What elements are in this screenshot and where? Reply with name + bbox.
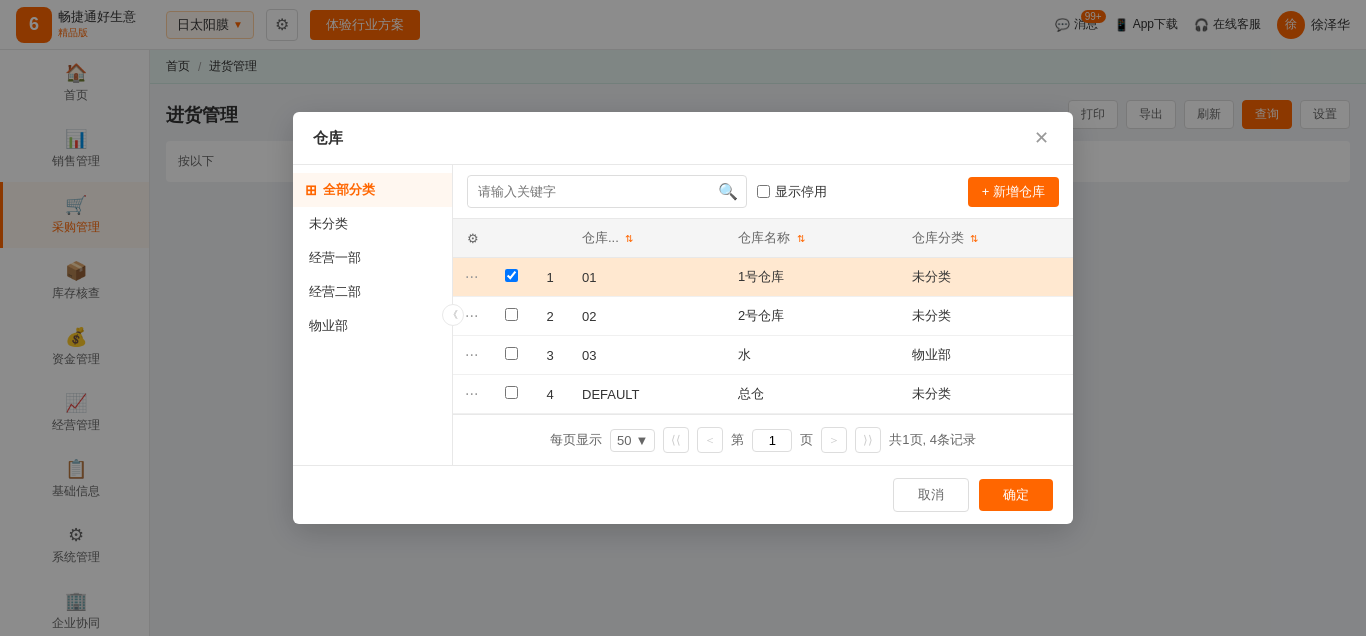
category-item-ops2[interactable]: 经营二部 — [293, 275, 452, 309]
category-item-ops1[interactable]: 经营一部 — [293, 241, 452, 275]
modal-title: 仓库 — [313, 129, 343, 148]
table-row[interactable]: ··· 1 01 1号仓库 未分类 — [453, 258, 1073, 297]
category-item-property[interactable]: 物业部 — [293, 309, 452, 343]
row-code: DEFAULT — [570, 375, 726, 414]
row-category: 未分类 — [900, 297, 1073, 336]
col-category-label: 仓库分类 — [912, 230, 964, 245]
category-all-label: 全部分类 — [323, 181, 375, 199]
content-toolbar: 🔍 显示停用 + 新增仓库 — [453, 165, 1073, 219]
col-code-label: 仓库... — [582, 230, 619, 245]
row-checkbox-cell[interactable] — [493, 258, 530, 297]
row-name: 总仓 — [726, 375, 899, 414]
content-panel: 🔍 显示停用 + 新增仓库 ⚙ — [453, 165, 1073, 465]
row-category: 物业部 — [900, 336, 1073, 375]
add-warehouse-button[interactable]: + 新增仓库 — [968, 177, 1059, 207]
col-gear: ⚙ — [453, 219, 493, 258]
last-page-button[interactable]: ⟩⟩ — [855, 427, 881, 453]
table-row[interactable]: ··· 4 DEFAULT 总仓 未分类 — [453, 375, 1073, 414]
row-checkbox[interactable] — [505, 308, 518, 321]
sort-code-icon: ⇅ — [625, 233, 633, 244]
table-header-row: ⚙ 仓库... ⇅ 仓库名称 ⇅ — [453, 219, 1073, 258]
row-checkbox[interactable] — [505, 347, 518, 360]
page-size-value: 50 — [617, 433, 631, 448]
modal-body: ⊞ 全部分类 未分类 经营一部 经营二部 物业部 《 — [293, 165, 1073, 465]
page-label: 第 — [731, 431, 744, 449]
modal-footer: 取消 确定 — [293, 465, 1073, 524]
row-code: 02 — [570, 297, 726, 336]
row-num: 4 — [530, 375, 570, 414]
col-check — [493, 219, 530, 258]
page-unit: 页 — [800, 431, 813, 449]
search-box: 🔍 — [467, 175, 747, 208]
category-panel: ⊞ 全部分类 未分类 经营一部 经营二部 物业部 《 — [293, 165, 453, 465]
row-name: 2号仓库 — [726, 297, 899, 336]
col-name-label: 仓库名称 — [738, 230, 790, 245]
row-more-icon[interactable]: ··· — [465, 268, 478, 286]
show-disabled-checkbox[interactable] — [757, 185, 770, 198]
row-num: 1 — [530, 258, 570, 297]
next-page-button[interactable]: ＞ — [821, 427, 847, 453]
row-num: 2 — [530, 297, 570, 336]
row-actions-cell: ··· — [453, 375, 493, 414]
sort-category-icon: ⇅ — [970, 233, 978, 244]
row-more-icon[interactable]: ··· — [465, 346, 478, 364]
row-checkbox-cell[interactable] — [493, 375, 530, 414]
row-more-icon[interactable]: ··· — [465, 307, 478, 325]
total-info: 共1页, 4条记录 — [889, 431, 976, 449]
page-number-input[interactable] — [752, 429, 792, 452]
row-category: 未分类 — [900, 258, 1073, 297]
table-row[interactable]: ··· 2 02 2号仓库 未分类 — [453, 297, 1073, 336]
row-code: 03 — [570, 336, 726, 375]
col-name-header[interactable]: 仓库名称 ⇅ — [726, 219, 899, 258]
search-button[interactable]: 🔍 — [710, 176, 746, 207]
col-num — [530, 219, 570, 258]
row-checkbox[interactable] — [505, 386, 518, 399]
row-category: 未分类 — [900, 375, 1073, 414]
collapse-panel-button[interactable]: 《 — [442, 304, 464, 326]
category-all-item[interactable]: ⊞ 全部分类 — [293, 173, 452, 207]
grid-icon: ⊞ — [305, 182, 317, 198]
confirm-button[interactable]: 确定 — [979, 479, 1053, 511]
page-size-label: 每页显示 — [550, 431, 602, 449]
data-table: ⚙ 仓库... ⇅ 仓库名称 ⇅ — [453, 219, 1073, 414]
modal-overlay: 仓库 ✕ ⊞ 全部分类 未分类 经营一部 经营二部 — [0, 0, 1366, 636]
row-code: 01 — [570, 258, 726, 297]
row-more-icon[interactable]: ··· — [465, 385, 478, 403]
modal-close-button[interactable]: ✕ — [1029, 126, 1053, 150]
row-checkbox-cell[interactable] — [493, 336, 530, 375]
row-name: 1号仓库 — [726, 258, 899, 297]
page-size-selector[interactable]: 50 ▼ — [610, 429, 655, 452]
warehouse-modal: 仓库 ✕ ⊞ 全部分类 未分类 经营一部 经营二部 — [293, 112, 1073, 524]
category-item-unclassified[interactable]: 未分类 — [293, 207, 452, 241]
sort-name-icon: ⇅ — [797, 233, 805, 244]
prev-page-button[interactable]: ＜ — [697, 427, 723, 453]
row-name: 水 — [726, 336, 899, 375]
search-input[interactable] — [468, 178, 710, 205]
row-checkbox-cell[interactable] — [493, 297, 530, 336]
first-page-button[interactable]: ⟨⟨ — [663, 427, 689, 453]
page-size-arrow: ▼ — [635, 433, 648, 448]
cancel-button[interactable]: 取消 — [893, 478, 969, 512]
show-disabled-label[interactable]: 显示停用 — [757, 183, 827, 201]
table-row[interactable]: ··· 3 03 水 物业部 — [453, 336, 1073, 375]
row-num: 3 — [530, 336, 570, 375]
row-checkbox[interactable] — [505, 269, 518, 282]
col-code-header[interactable]: 仓库... ⇅ — [570, 219, 726, 258]
col-category-header[interactable]: 仓库分类 ⇅ — [900, 219, 1073, 258]
row-actions-cell: ··· — [453, 258, 493, 297]
row-actions-cell: ··· — [453, 336, 493, 375]
modal-header: 仓库 ✕ — [293, 112, 1073, 165]
pagination: 每页显示 50 ▼ ⟨⟨ ＜ 第 页 ＞ ⟩⟩ 共1页, 4条记录 — [453, 414, 1073, 465]
